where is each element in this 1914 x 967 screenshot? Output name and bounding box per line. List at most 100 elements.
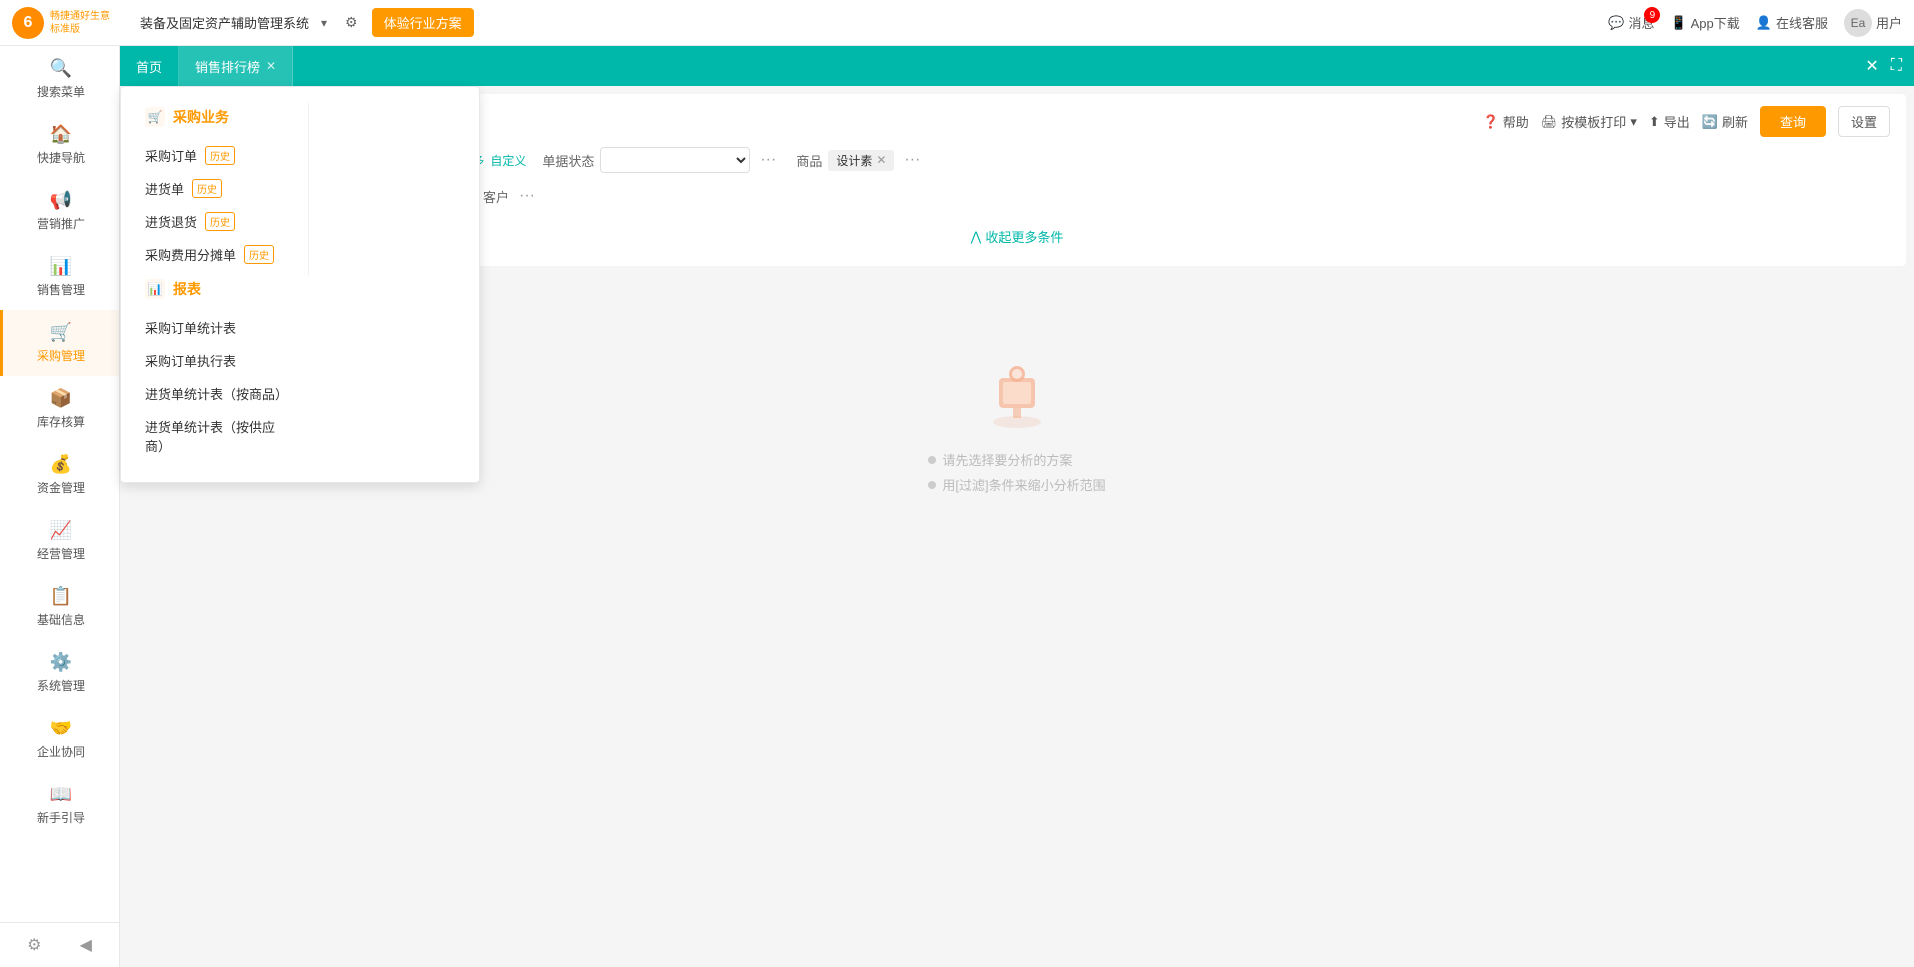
- operations-icon: 📈: [50, 520, 72, 541]
- customer-more-btn[interactable]: ···: [515, 187, 539, 205]
- query-btn[interactable]: 查询: [1760, 106, 1826, 137]
- tab-bar: 首页 销售排行榜 ✕ ✕ ⛶: [120, 46, 1914, 86]
- sidebar-item-system[interactable]: ⚙️ 系统管理: [0, 640, 119, 706]
- help-btn[interactable]: ❓ 帮助: [1483, 112, 1529, 131]
- menu-item-purchase-order-exec[interactable]: 采购订单执行表: [145, 344, 292, 377]
- top-header: 6 畅捷通好生意 标准版 装备及固定资产辅助管理系统 ▾ ⚙ 体验行业方案 💬 …: [0, 0, 1914, 46]
- sidebar-item-guide[interactable]: 📖 新手引导: [0, 772, 119, 838]
- sidebar-item-sales[interactable]: 📊 销售管理: [0, 244, 119, 310]
- header-right: 💬 消息 9 📱 App下载 👤 在线客服 Ea 用户: [1608, 9, 1902, 37]
- collapse-up-icon: ⋀: [971, 229, 982, 245]
- doc-status-filter: 单据状态 ···: [542, 147, 780, 173]
- marketing-icon: 📢: [50, 190, 72, 211]
- customer-filter: 客户 ···: [483, 187, 539, 206]
- menu-item-purchase-order-stat[interactable]: 采购订单统计表: [145, 311, 292, 344]
- tab-maximize-btn[interactable]: ⛶: [1887, 53, 1906, 79]
- empty-text: 请先选择要分析的方案 用[过滤]条件来缩小分析范围: [928, 450, 1105, 500]
- menu-divider: [308, 103, 309, 275]
- message-icon: 💬: [1608, 15, 1624, 31]
- sidebar-item-purchase[interactable]: 🛒 采购管理: [0, 310, 119, 376]
- help-icon: ❓: [1483, 114, 1499, 130]
- history-badge-3: 历史: [244, 245, 274, 264]
- menu-item-stock-return[interactable]: 进货退货 历史: [145, 205, 292, 238]
- tab-close-sales-rank[interactable]: ✕: [266, 59, 276, 73]
- purchase-dropdown-menu: 🛒 采购业务 采购订单 历史 进货单 历史 进货退货 历史 采购费用分摊单 历史…: [120, 86, 480, 483]
- doc-status-select[interactable]: [600, 147, 750, 173]
- sidebar: 🔍 搜索菜单 🏠 快捷导航 📢 营销推广 📊 销售管理 🛒 采购管理 📦 库存核…: [0, 46, 120, 967]
- menu-item-stockin-stat-supplier[interactable]: 进货单统计表（按供应商）: [145, 410, 292, 462]
- logo-text: 畅捷通好生意 标准版: [50, 10, 110, 36]
- tab-home[interactable]: 首页: [120, 46, 179, 86]
- menu-item-stockin-stat-goods[interactable]: 进货单统计表（按商品）: [145, 377, 292, 410]
- menu-item-stock-in[interactable]: 进货单 历史: [145, 172, 292, 205]
- system-icon: ⚙️: [50, 652, 72, 673]
- home-icon: 🏠: [50, 124, 72, 145]
- page-settings-btn[interactable]: 设置: [1838, 106, 1890, 137]
- date-custom[interactable]: 自定义: [490, 152, 526, 169]
- inventory-icon: 📦: [50, 388, 72, 409]
- service-icon: 👤: [1756, 15, 1772, 31]
- goods-tag: 设计素 ✕: [828, 150, 894, 171]
- sidebar-item-search[interactable]: 🔍 搜索菜单: [0, 46, 119, 112]
- finance-icon: 💰: [50, 454, 72, 475]
- tab-actions: ✕ ⛶: [1861, 52, 1914, 80]
- sidebar-item-quick-nav[interactable]: 🏠 快捷导航: [0, 112, 119, 178]
- export-icon: ⬆: [1649, 114, 1660, 130]
- cooperation-icon: 🤝: [50, 718, 72, 739]
- purchase-section-icon: 🛒: [145, 107, 165, 127]
- logo-icon: 6: [12, 7, 44, 39]
- goods-more-btn[interactable]: ···: [900, 151, 924, 169]
- goods-filter: 商品 设计素 ✕ ···: [796, 150, 924, 171]
- sidebar-item-inventory[interactable]: 📦 库存核算: [0, 376, 119, 442]
- report-section-icon: 📊: [145, 279, 165, 299]
- history-badge-2: 历史: [205, 212, 235, 231]
- sidebar-bottom: ⚙ ◀: [0, 922, 119, 967]
- menu-section-report: 📊 报表 采购订单统计表 采购订单执行表 进货单统计表（按商品） 进货单统计表（…: [137, 275, 300, 466]
- print-dropdown-icon: ▾: [1630, 114, 1637, 130]
- menu-section-report-title: 📊 报表: [145, 279, 292, 299]
- refresh-icon: 🔄: [1702, 114, 1718, 130]
- sidebar-item-cooperation[interactable]: 🤝 企业协同: [0, 706, 119, 772]
- app-download-btn[interactable]: 📱 App下载: [1670, 13, 1739, 32]
- refresh-btn[interactable]: 🔄 刷新: [1702, 112, 1748, 131]
- history-badge-0: 历史: [205, 146, 235, 165]
- app-icon: 📱: [1670, 15, 1686, 31]
- search-icon: 🔍: [50, 58, 72, 79]
- messages-btn[interactable]: 💬 消息 9: [1608, 13, 1654, 32]
- tab-close-btn[interactable]: ✕: [1861, 52, 1882, 80]
- logo-area: 6 畅捷通好生意 标准版: [12, 7, 132, 39]
- print-btn[interactable]: 🖨 按模板打印 ▾: [1541, 112, 1637, 131]
- sales-icon: 📊: [50, 256, 72, 277]
- online-service-btn[interactable]: 👤 在线客服: [1756, 13, 1828, 32]
- sidebar-collapse-btn[interactable]: ◀: [80, 935, 92, 955]
- sidebar-item-operations[interactable]: 📈 经营管理: [0, 508, 119, 574]
- goods-tag-close[interactable]: ✕: [876, 153, 886, 167]
- purchase-icon: 🛒: [50, 322, 72, 343]
- header-middle: 装备及固定资产辅助管理系统 ▾ ⚙ 体验行业方案: [140, 8, 1608, 37]
- print-icon: 🖨: [1541, 114, 1558, 130]
- guide-icon: 📖: [50, 784, 72, 805]
- avatar: Ea: [1844, 9, 1872, 37]
- empty-state-icon: [977, 354, 1057, 434]
- menu-item-purchase-expense[interactable]: 采购费用分摊单 历史: [145, 238, 292, 271]
- basic-info-icon: 📋: [50, 586, 72, 607]
- sidebar-item-marketing[interactable]: 📢 营销推广: [0, 178, 119, 244]
- menu-section-purchase-title: 🛒 采购业务: [145, 107, 292, 127]
- settings-gear-btn[interactable]: ⚙: [339, 12, 364, 33]
- sidebar-item-finance[interactable]: 💰 资金管理: [0, 442, 119, 508]
- dot1: [928, 456, 936, 464]
- doc-status-more-btn[interactable]: ···: [756, 151, 780, 169]
- message-badge: 9: [1644, 7, 1660, 23]
- system-name: 装备及固定资产辅助管理系统: [140, 13, 309, 32]
- dot2: [928, 481, 936, 489]
- history-badge-1: 历史: [192, 179, 222, 198]
- tab-sales-rank[interactable]: 销售排行榜 ✕: [179, 46, 293, 86]
- menu-item-purchase-order[interactable]: 采购订单 历史: [145, 139, 292, 172]
- sidebar-item-basic-info[interactable]: 📋 基础信息: [0, 574, 119, 640]
- industry-btn[interactable]: 体验行业方案: [372, 8, 474, 37]
- nav-dropdown-btn[interactable]: ▾: [317, 14, 331, 32]
- export-btn[interactable]: ⬆ 导出: [1649, 112, 1690, 131]
- menu-section-purchase: 🛒 采购业务 采购订单 历史 进货单 历史 进货退货 历史 采购费用分摊单 历史: [137, 103, 300, 275]
- sidebar-settings-btn[interactable]: ⚙: [27, 935, 41, 955]
- user-area[interactable]: Ea 用户: [1844, 9, 1902, 37]
